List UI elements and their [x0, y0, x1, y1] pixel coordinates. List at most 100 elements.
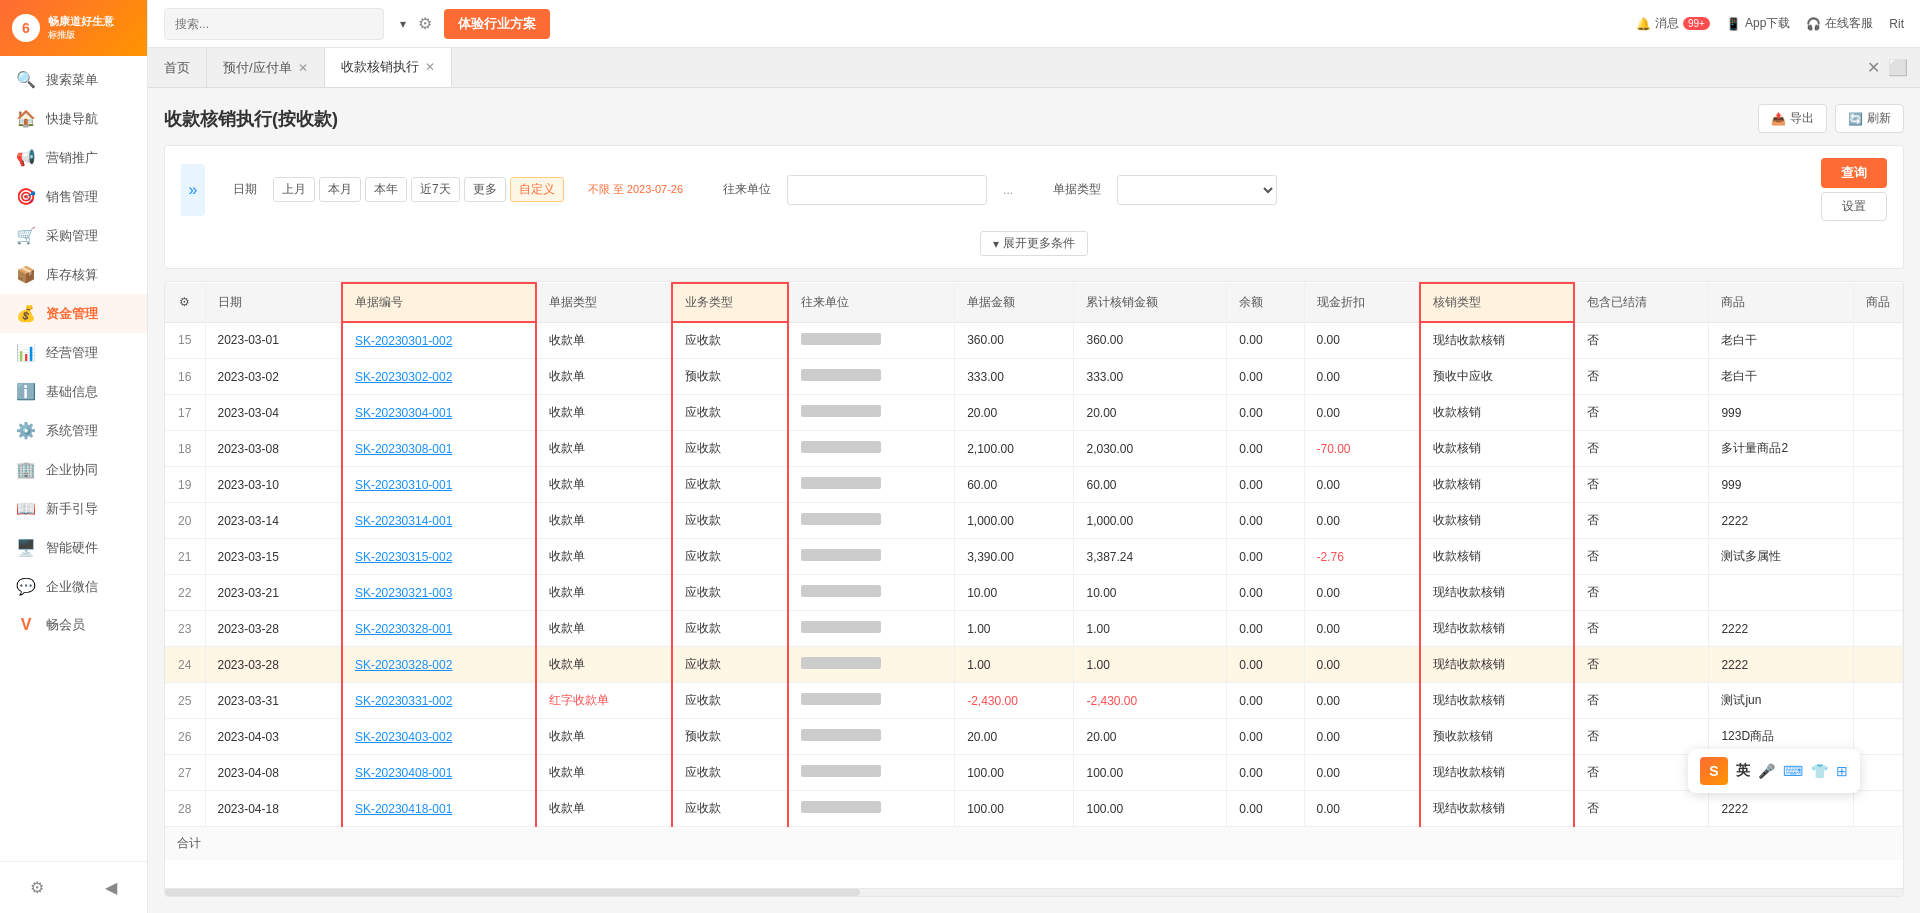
industry-solution-button[interactable]: 体验行业方案: [444, 9, 550, 39]
table-row[interactable]: 17 2023-03-04 SK-20230304-001 收款单 应收款 20…: [165, 395, 1903, 431]
cell-bill-no[interactable]: SK-20230315-002: [342, 539, 536, 575]
sidebar-item-enterprise[interactable]: 🏢 企业协同: [0, 450, 147, 489]
tab-home[interactable]: 首页: [148, 48, 207, 87]
cell-biz-type: 应收款: [672, 467, 789, 503]
table-row[interactable]: 24 2023-03-28 SK-20230328-002 收款单 应收款 1.…: [165, 647, 1903, 683]
mic-icon[interactable]: 🎤: [1758, 763, 1775, 779]
cell-no: 20: [165, 503, 205, 539]
cell-include-settled: 否: [1574, 611, 1709, 647]
cell-balance: 0.00: [1227, 359, 1304, 395]
filter-expand-toggle[interactable]: »: [181, 164, 205, 216]
expand-conditions-button[interactable]: ▾ 展开更多条件: [980, 231, 1088, 256]
sidebar-item-sales[interactable]: 🎯 销售管理: [0, 177, 147, 216]
this-month-btn[interactable]: 本月: [319, 177, 361, 202]
sidebar-item-guide[interactable]: 📖 新手引导: [0, 489, 147, 528]
cell-bill-no[interactable]: SK-20230310-001: [342, 467, 536, 503]
filter-settings-button[interactable]: 设置: [1821, 192, 1887, 221]
user-item[interactable]: Rit: [1889, 17, 1904, 31]
sidebar-item-finance[interactable]: 💰 资金管理: [0, 294, 147, 333]
topbar: ▾ ⚙ 体验行业方案 🔔 消息 99+ 📱 App下载 🎧 在线客服 Rit: [148, 0, 1920, 48]
tab-close-all-icon[interactable]: ✕: [1867, 58, 1880, 77]
col-settings[interactable]: ⚙: [165, 283, 205, 322]
cell-write-off: 100.00: [1074, 791, 1227, 827]
cell-goods2: [1854, 755, 1903, 791]
table-row[interactable]: 16 2023-03-02 SK-20230302-002 收款单 预收款 33…: [165, 359, 1903, 395]
sidebar-item-operations[interactable]: 📊 经营管理: [0, 333, 147, 372]
cell-bill-type: 收款单: [536, 359, 672, 395]
table-row[interactable]: 22 2023-03-21 SK-20230321-003 收款单 应收款 10…: [165, 575, 1903, 611]
tab-collection-close[interactable]: ✕: [425, 60, 435, 74]
cell-bill-no[interactable]: SK-20230408-001: [342, 755, 536, 791]
tab-collection-label: 收款核销执行: [341, 58, 419, 76]
settings-button[interactable]: ⚙: [22, 870, 52, 905]
table-row[interactable]: 19 2023-03-10 SK-20230310-001 收款单 应收款 60…: [165, 467, 1903, 503]
table-row[interactable]: 26 2023-04-03 SK-20230403-002 收款单 预收款 20…: [165, 719, 1903, 755]
cell-discount: 0.00: [1304, 719, 1420, 755]
table-row[interactable]: 25 2023-03-31 SK-20230331-002 红字收款单 应收款 …: [165, 683, 1903, 719]
tab-prepay-close[interactable]: ✕: [298, 61, 308, 75]
table-scroll[interactable]: ⚙ 日期 单据编号 单据类型 业务类型 往来单位 单据金额 累计核销金额 余额 …: [165, 282, 1903, 888]
sidebar-item-system[interactable]: ⚙️ 系统管理: [0, 411, 147, 450]
grid-icon: ⊞: [1836, 763, 1848, 779]
keyboard-icon[interactable]: ⌨: [1783, 763, 1803, 779]
table-row[interactable]: 15 2023-03-01 SK-20230301-002 收款单 应收款 36…: [165, 322, 1903, 359]
cell-bill-no[interactable]: SK-20230418-001: [342, 791, 536, 827]
page-actions: 📤 导出 🔄 刷新: [1758, 104, 1904, 133]
app-download-item[interactable]: 📱 App下载: [1726, 15, 1790, 32]
cell-bill-no[interactable]: SK-20230314-001: [342, 503, 536, 539]
last-month-btn[interactable]: 上月: [273, 177, 315, 202]
sidebar-item-inventory[interactable]: 📦 库存核算: [0, 255, 147, 294]
bill-type-select[interactable]: [1117, 175, 1277, 205]
cell-bill-no[interactable]: SK-20230302-002: [342, 359, 536, 395]
tab-collection[interactable]: 收款核销执行 ✕: [325, 48, 452, 87]
collapse-button[interactable]: ◀: [97, 870, 125, 905]
cell-bill-no[interactable]: SK-20230308-001: [342, 431, 536, 467]
cell-bill-no[interactable]: SK-20230403-002: [342, 719, 536, 755]
table-row[interactable]: 27 2023-04-08 SK-20230408-001 收款单 应收款 10…: [165, 755, 1903, 791]
topbar-dropdown[interactable]: ▾: [396, 17, 406, 31]
custom-date-btn[interactable]: 自定义: [510, 177, 564, 202]
horizontal-scrollbar[interactable]: [165, 888, 1903, 896]
last-7-days-btn[interactable]: 近7天: [411, 177, 460, 202]
cell-write-off: 100.00: [1074, 755, 1227, 791]
table-header-row: ⚙ 日期 单据编号 单据类型 业务类型 往来单位 单据金额 累计核销金额 余额 …: [165, 283, 1903, 322]
cell-bill-no[interactable]: SK-20230331-002: [342, 683, 536, 719]
table-footer-row: 合计: [165, 827, 1903, 861]
table-row[interactable]: 20 2023-03-14 SK-20230314-001 收款单 应收款 1,…: [165, 503, 1903, 539]
sidebar-logo: 6 畅康道好生意 标推版: [0, 0, 147, 56]
cell-date: 2023-03-02: [205, 359, 342, 395]
tab-prepay[interactable]: 预付/应付单 ✕: [207, 48, 325, 87]
export-button[interactable]: 📤 导出: [1758, 104, 1827, 133]
sidebar-item-marketing[interactable]: 📢 营销推广: [0, 138, 147, 177]
online-service-item[interactable]: 🎧 在线客服: [1806, 15, 1873, 32]
sidebar-item-member[interactable]: V 畅会员: [0, 606, 147, 644]
table-row[interactable]: 23 2023-03-28 SK-20230328-001 收款单 应收款 1.…: [165, 611, 1903, 647]
table-row[interactable]: 21 2023-03-15 SK-20230315-002 收款单 应收款 3,…: [165, 539, 1903, 575]
sidebar-item-base[interactable]: ℹ️ 基础信息: [0, 372, 147, 411]
cell-write-off: 60.00: [1074, 467, 1227, 503]
cell-bill-no[interactable]: SK-20230328-001: [342, 611, 536, 647]
cell-bill-type: 收款单: [536, 719, 672, 755]
table-row[interactable]: 28 2023-04-18 SK-20230418-001 收款单 应收款 10…: [165, 791, 1903, 827]
cell-bill-no[interactable]: SK-20230304-001: [342, 395, 536, 431]
sidebar-item-purchase[interactable]: 🛒 采购管理: [0, 216, 147, 255]
sidebar-item-hardware[interactable]: 🖥️ 智能硬件: [0, 528, 147, 567]
notifications-item[interactable]: 🔔 消息 99+: [1636, 15, 1710, 32]
main-area: ▾ ⚙ 体验行业方案 🔔 消息 99+ 📱 App下载 🎧 在线客服 Rit: [148, 0, 1920, 913]
topbar-search-input[interactable]: [164, 8, 384, 40]
tab-maximize-icon[interactable]: ⬜: [1888, 58, 1908, 77]
cell-include-settled: 否: [1574, 683, 1709, 719]
partner-input[interactable]: [787, 175, 987, 205]
sidebar-item-quicknav[interactable]: 🏠 快捷导航: [0, 99, 147, 138]
more-date-btn[interactable]: 更多: [464, 177, 506, 202]
sidebar-item-wechat[interactable]: 💬 企业微信: [0, 567, 147, 606]
query-button[interactable]: 查询: [1821, 158, 1887, 188]
cell-bill-no[interactable]: SK-20230321-003: [342, 575, 536, 611]
topbar-gear-icon[interactable]: ⚙: [418, 14, 432, 33]
sidebar-item-search[interactable]: 🔍 搜索菜单: [0, 60, 147, 99]
cell-bill-no[interactable]: SK-20230328-002: [342, 647, 536, 683]
refresh-button[interactable]: 🔄 刷新: [1835, 104, 1904, 133]
cell-bill-no[interactable]: SK-20230301-002: [342, 322, 536, 359]
this-year-btn[interactable]: 本年: [365, 177, 407, 202]
table-row[interactable]: 18 2023-03-08 SK-20230308-001 收款单 应收款 2,…: [165, 431, 1903, 467]
